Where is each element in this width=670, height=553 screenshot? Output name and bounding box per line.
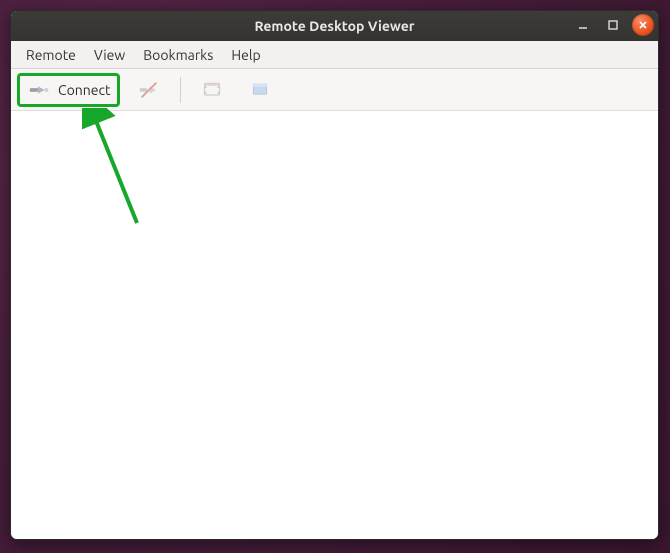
menu-bookmarks[interactable]: Bookmarks <box>134 44 222 66</box>
toolbar-separator <box>180 77 181 103</box>
fullscreen-icon <box>201 79 223 101</box>
fullscreen-button <box>193 73 231 107</box>
content-area <box>11 111 658 539</box>
disconnect-icon <box>138 79 160 101</box>
menu-remote[interactable]: Remote <box>17 44 85 66</box>
minimize-icon <box>577 19 589 31</box>
connect-icon <box>28 79 50 101</box>
toolbar: Connect <box>11 69 658 111</box>
maximize-button[interactable] <box>602 14 624 36</box>
connect-button[interactable]: Connect <box>17 73 120 107</box>
menu-help[interactable]: Help <box>222 44 269 66</box>
screenshot-icon <box>249 79 271 101</box>
close-icon <box>638 20 648 30</box>
menubar: Remote View Bookmarks Help <box>11 41 658 69</box>
minimize-button[interactable] <box>572 14 594 36</box>
connect-button-label: Connect <box>58 82 111 98</box>
window-title: Remote Desktop Viewer <box>11 18 658 34</box>
menu-view[interactable]: View <box>85 44 134 66</box>
titlebar[interactable]: Remote Desktop Viewer <box>11 11 658 41</box>
app-window: Remote Desktop Viewer Remote View Bookma… <box>10 10 659 540</box>
window-controls <box>572 14 654 36</box>
screenshot-button <box>241 73 279 107</box>
close-button[interactable] <box>632 14 654 36</box>
maximize-icon <box>607 19 619 31</box>
disconnect-button <box>130 73 168 107</box>
